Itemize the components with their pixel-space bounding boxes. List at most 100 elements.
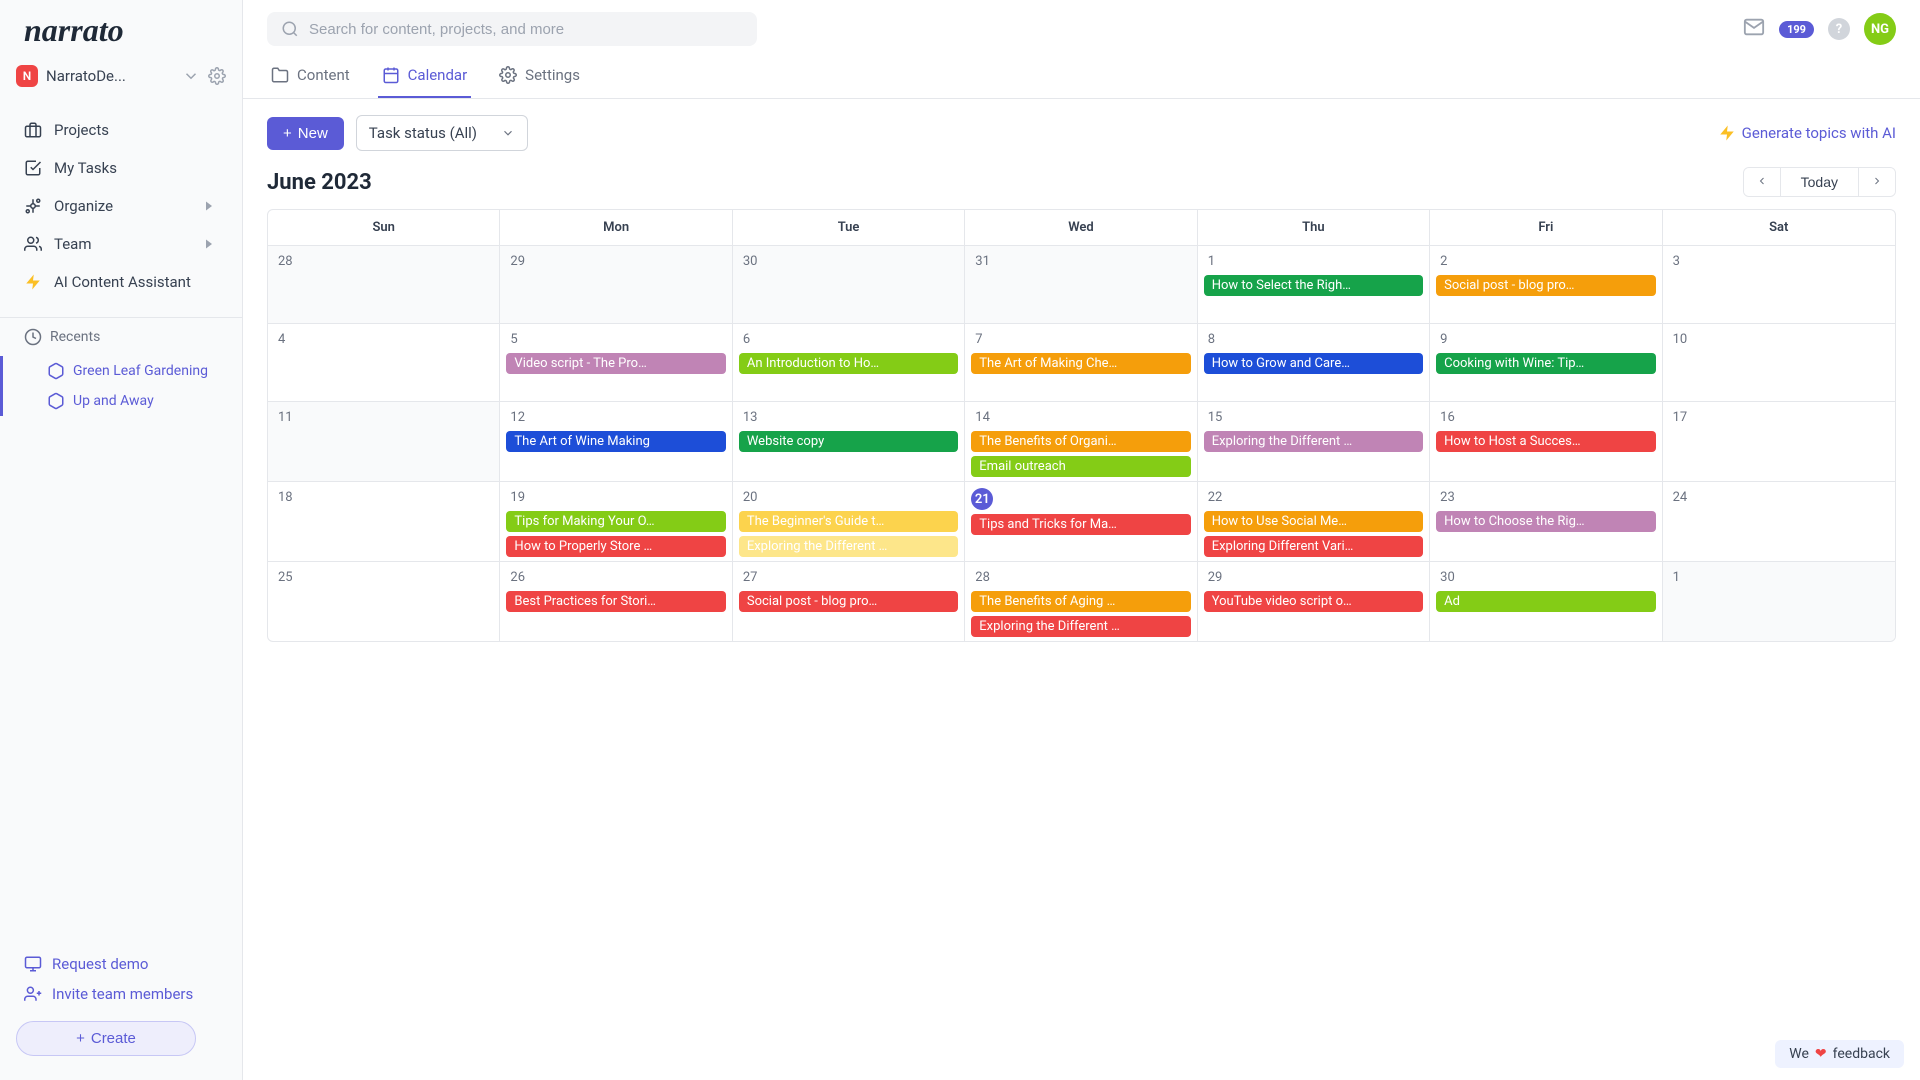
calendar-cell[interactable]: 25 (268, 562, 500, 641)
recent-item[interactable]: Up and Away (0, 386, 242, 416)
tab-settings[interactable]: Settings (495, 58, 584, 98)
calendar-cell[interactable]: 18 (268, 482, 500, 562)
calendar-event[interactable]: Exploring the Different … (1204, 431, 1423, 452)
calendar-cell[interactable]: 16 How to Host a Succes… (1430, 402, 1662, 482)
request-demo-link[interactable]: Request demo (16, 949, 226, 979)
calendar-cell[interactable]: 12The Art of Wine Making (500, 402, 732, 482)
calendar-event[interactable]: How to Properly Store … (506, 536, 725, 557)
workspace-selector[interactable]: N NarratoDe... (0, 57, 242, 103)
notifications[interactable] (1743, 16, 1765, 42)
nav-projects[interactable]: Projects (0, 111, 242, 149)
calendar-cell[interactable]: 3 (1663, 246, 1895, 324)
calendar-cell[interactable]: 13Website copy (733, 402, 965, 482)
calendar-event[interactable]: The Beginner's Guide t… (739, 511, 958, 532)
calendar-event[interactable]: Email outreach (971, 456, 1190, 477)
user-plus-icon (24, 985, 42, 1003)
calendar-event[interactable]: Cooking with Wine: Tip… (1436, 353, 1655, 374)
calendar-event[interactable]: Best Practices for Stori… (506, 591, 725, 612)
date-number: 2 (1436, 252, 1451, 271)
calendar-cell[interactable]: 4 (268, 324, 500, 402)
calendar-event[interactable]: How to Use Social Me… (1204, 511, 1423, 532)
calendar-cell[interactable]: 31 (965, 246, 1197, 324)
calendar-event[interactable]: Tips for Making Your O… (506, 511, 725, 532)
calendar-event[interactable]: How to Select the Righ… (1204, 275, 1423, 296)
calendar-cell[interactable]: 28The Benefits of Aging …Exploring the D… (965, 562, 1197, 641)
nav-organize[interactable]: Organize (0, 187, 242, 225)
user-avatar[interactable]: NG (1864, 13, 1896, 45)
gear-icon[interactable] (208, 67, 226, 85)
calendar-event[interactable]: The Art of Making Che… (971, 353, 1190, 374)
calendar-cell[interactable]: 20The Beginner's Guide t…Exploring the D… (733, 482, 965, 562)
calendar-event[interactable]: The Art of Wine Making (506, 431, 725, 452)
tab-content[interactable]: Content (267, 58, 354, 98)
calendar-cell[interactable]: 27Social post - blog pro… (733, 562, 965, 641)
date-number: 29 (1204, 568, 1227, 587)
calendar-cell[interactable]: 28 (268, 246, 500, 324)
calendar-event[interactable]: Exploring the Different … (971, 616, 1190, 637)
calendar-cell[interactable]: 23How to Choose the Rig… (1430, 482, 1662, 562)
calendar-event[interactable]: Social post - blog pro… (1436, 275, 1655, 296)
recent-item[interactable]: Green Leaf Gardening (0, 356, 242, 386)
calendar-event[interactable]: How to Host a Succes… (1436, 431, 1655, 452)
calendar-cell[interactable]: 5 Video script - The Pro… (500, 324, 732, 402)
create-button[interactable]: + Create (16, 1021, 196, 1056)
calendar-cell[interactable]: 30 (733, 246, 965, 324)
calendar-event[interactable]: Tips and Tricks for Ma… (971, 514, 1190, 535)
recents-label: Recents (50, 329, 100, 345)
prev-button[interactable] (1744, 168, 1780, 196)
calendar-cell[interactable]: 11 (268, 402, 500, 482)
help-icon[interactable]: ? (1828, 18, 1850, 40)
calendar-cell[interactable]: 9Cooking with Wine: Tip… (1430, 324, 1662, 402)
calendar-event[interactable]: Website copy (739, 431, 958, 452)
date-number: 16 (1436, 408, 1459, 427)
date-number: 5 (506, 330, 521, 349)
calendar-cell[interactable]: 2 Social post - blog pro… (1430, 246, 1662, 324)
calendar-cell[interactable]: 24 (1663, 482, 1895, 562)
nav-label: Organize (54, 197, 113, 215)
calendar-cell[interactable]: 8How to Grow and Care… (1198, 324, 1430, 402)
calendar-cell[interactable]: 1How to Select the Righ… (1198, 246, 1430, 324)
calendar-event[interactable]: How to Choose the Rig… (1436, 511, 1655, 532)
search-input[interactable] (309, 21, 743, 38)
feedback-widget[interactable]: We ❤ feedback (1775, 1040, 1904, 1068)
calendar-event[interactable]: Video script - The Pro… (506, 353, 725, 374)
calendar-event[interactable]: An Introduction to Ho… (739, 353, 958, 374)
calendar-event[interactable]: Social post - blog pro… (739, 591, 958, 612)
calendar-cell[interactable]: 1 (1663, 562, 1895, 641)
calendar-cell[interactable]: 17 (1663, 402, 1895, 482)
calendar-cell[interactable]: 15Exploring the Different … (1198, 402, 1430, 482)
status-filter[interactable]: Task status (All) (356, 115, 528, 151)
generate-ai-link[interactable]: Generate topics with AI (1718, 124, 1896, 142)
calendar-event[interactable]: Exploring the Different … (739, 536, 958, 557)
calendar-cell[interactable]: 22How to Use Social Me…Exploring Differe… (1198, 482, 1430, 562)
calendar-cell[interactable]: 29 (500, 246, 732, 324)
calendar-cell[interactable]: 7The Art of Making Che… (965, 324, 1197, 402)
nav-my-tasks[interactable]: My Tasks (0, 149, 242, 187)
calendar-cell[interactable]: 29 YouTube video script o… (1198, 562, 1430, 641)
date-number: 6 (739, 330, 754, 349)
next-button[interactable] (1859, 168, 1895, 196)
invite-members-link[interactable]: Invite team members (16, 979, 226, 1009)
nav-team[interactable]: Team (0, 225, 242, 263)
new-button[interactable]: + New (267, 117, 344, 150)
calendar-event[interactable]: Ad (1436, 591, 1655, 612)
calendar-event[interactable]: YouTube video script o… (1204, 591, 1423, 612)
calendar-cell[interactable]: 14The Benefits of Organi…Email outreach (965, 402, 1197, 482)
topbar: 199 ? NG (243, 0, 1920, 46)
calendar-cell[interactable]: 26Best Practices for Stori… (500, 562, 732, 641)
tab-calendar[interactable]: Calendar (378, 58, 472, 98)
calendar-event[interactable]: The Benefits of Organi… (971, 431, 1190, 452)
calendar-event[interactable]: How to Grow and Care… (1204, 353, 1423, 374)
calendar-cell[interactable]: 21Tips and Tricks for Ma… (965, 482, 1197, 562)
nav-ai-assistant[interactable]: AI Content Assistant (0, 263, 242, 301)
sidebar-footer: Request demo Invite team members + Creat… (0, 937, 242, 1080)
calendar-event[interactable]: The Benefits of Aging … (971, 591, 1190, 612)
calendar-cell[interactable]: 19Tips for Making Your O…How to Properly… (500, 482, 732, 562)
calendar-cell[interactable]: 10 (1663, 324, 1895, 402)
box-icon (47, 362, 65, 380)
calendar-cell[interactable]: 6 An Introduction to Ho… (733, 324, 965, 402)
calendar-cell[interactable]: 30Ad (1430, 562, 1662, 641)
today-button[interactable]: Today (1780, 168, 1859, 196)
calendar-event[interactable]: Exploring Different Vari… (1204, 536, 1423, 557)
search-bar[interactable] (267, 12, 757, 46)
